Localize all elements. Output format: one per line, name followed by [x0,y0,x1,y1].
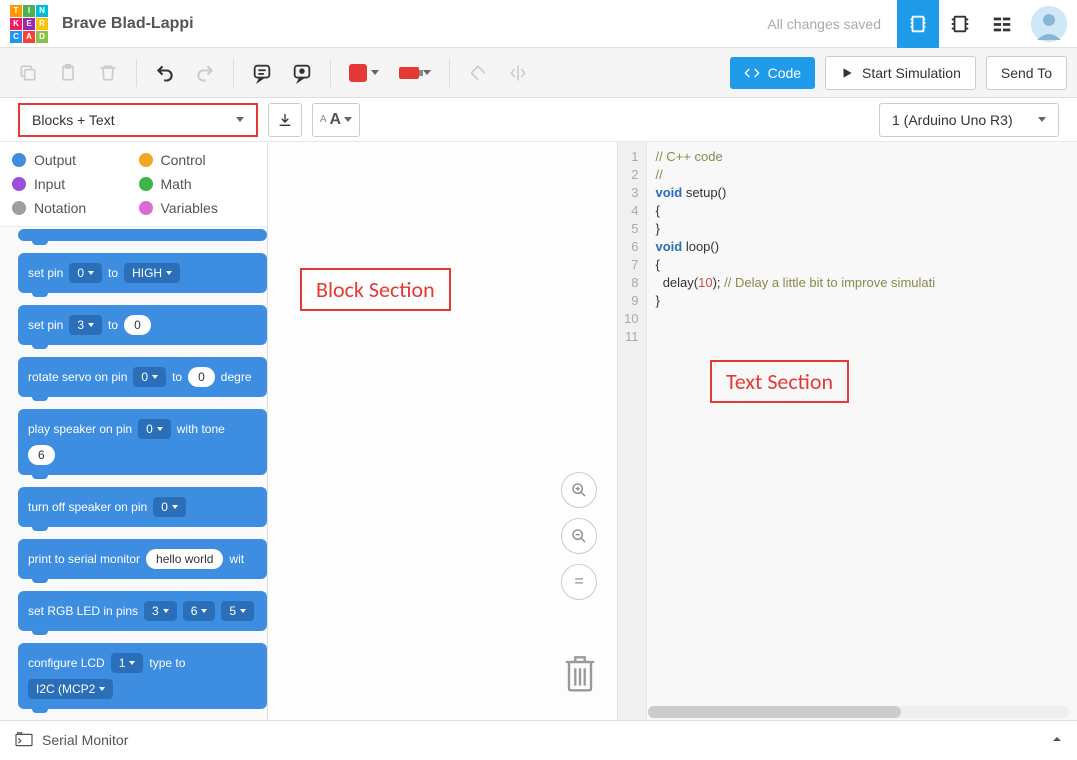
component-type-picker[interactable] [391,63,439,83]
serial-monitor-label[interactable]: Serial Monitor [42,732,128,748]
block-item[interactable] [18,229,267,241]
chevron-down-icon [1038,117,1046,122]
view-schematic-icon[interactable] [939,0,981,48]
block-item[interactable]: print to serial monitorhello worldwit [18,539,267,579]
code-mode-dropdown[interactable]: Blocks + Text [18,103,258,137]
mirror-button[interactable] [500,55,536,91]
horizontal-scrollbar[interactable] [648,706,1069,718]
paste-button[interactable] [50,55,86,91]
annotation-block-section: Block Section [300,268,451,311]
download-code-button[interactable] [268,103,302,137]
annotation-text-section: Text Section [710,360,849,403]
expand-up-icon[interactable] [1051,732,1063,748]
block-categories: Output Control Input Math Notation Variables [0,142,267,227]
undo-button[interactable] [147,55,183,91]
block-item[interactable]: set pin3 to0 [18,305,267,345]
code-sub-toolbar: Blocks + Text AA 1 (Arduino Uno R3) [0,98,1077,142]
save-status: All changes saved [767,16,881,32]
start-simulation-button[interactable]: Start Simulation [825,56,976,90]
board-label: 1 (Arduino Uno R3) [892,112,1013,128]
code-button[interactable]: Code [730,57,815,89]
notes-button[interactable] [244,55,280,91]
delete-button[interactable] [90,55,126,91]
rotate-button[interactable] [460,55,496,91]
top-header: TIN KER CAD Brave Blad-Lappi All changes… [0,0,1077,48]
block-item[interactable]: turn off speaker on pin0 [18,487,267,527]
code-editor[interactable]: 1234567891011 // C++ code//void setup(){… [617,142,1077,720]
font-size-button[interactable]: AA [312,103,360,137]
chevron-down-icon [236,117,244,122]
block-canvas[interactable]: Block Section = [268,142,617,720]
sim-button-label: Start Simulation [862,65,961,81]
view-components-icon[interactable] [981,0,1023,48]
category-math[interactable]: Math [139,176,256,192]
zoom-fit-button[interactable]: = [561,564,597,600]
main-area: OutputControlInputMathNotationVariables … [0,142,1077,720]
code-button-label: Code [768,65,801,81]
block-palette: OutputControlInputMathNotationVariables … [0,142,268,720]
user-avatar[interactable] [1031,6,1067,42]
redo-button[interactable] [187,55,223,91]
footer-bar: Serial Monitor [0,720,1077,758]
category-output[interactable]: Output [12,152,129,168]
mode-label: Blocks + Text [32,112,115,128]
code-content[interactable]: // C++ code//void setup(){}void loop(){ … [647,142,943,720]
serial-monitor-icon [14,732,34,748]
workspace-canvas: Block Section = 1234567891011 // C++ cod… [268,142,1077,720]
category-input[interactable]: Input [12,176,129,192]
wire-color-picker[interactable] [341,60,387,86]
blocks-list[interactable]: set pin0 toHIGH set pin3 to0 rotate servo… [0,227,267,720]
block-item[interactable]: play speaker on pin0 with tone6 [18,409,267,475]
trash-icon[interactable] [561,651,599,700]
block-item[interactable]: configure LCD1 type toI2C (MCP2 [18,643,267,709]
block-item[interactable]: set pin0 toHIGH [18,253,267,293]
zoom-out-button[interactable] [561,518,597,554]
toggle-notes-button[interactable] [284,55,320,91]
main-toolbar: Code Start Simulation Send To [0,48,1077,98]
tinkercad-logo[interactable]: TIN KER CAD [10,5,48,43]
board-select-dropdown[interactable]: 1 (Arduino Uno R3) [879,103,1059,137]
copy-button[interactable] [10,55,46,91]
category-control[interactable]: Control [139,152,256,168]
block-item[interactable]: set RGB LED in pins3 6 5 [18,591,267,631]
zoom-in-button[interactable] [561,472,597,508]
line-gutter: 1234567891011 [618,142,647,720]
project-title[interactable]: Brave Blad-Lappi [62,15,194,33]
category-notation[interactable]: Notation [12,200,129,216]
view-circuit-icon[interactable] [897,0,939,48]
category-variables[interactable]: Variables [139,200,256,216]
block-item[interactable]: rotate servo on pin0 to0degre [18,357,267,397]
send-to-button[interactable]: Send To [986,56,1067,90]
